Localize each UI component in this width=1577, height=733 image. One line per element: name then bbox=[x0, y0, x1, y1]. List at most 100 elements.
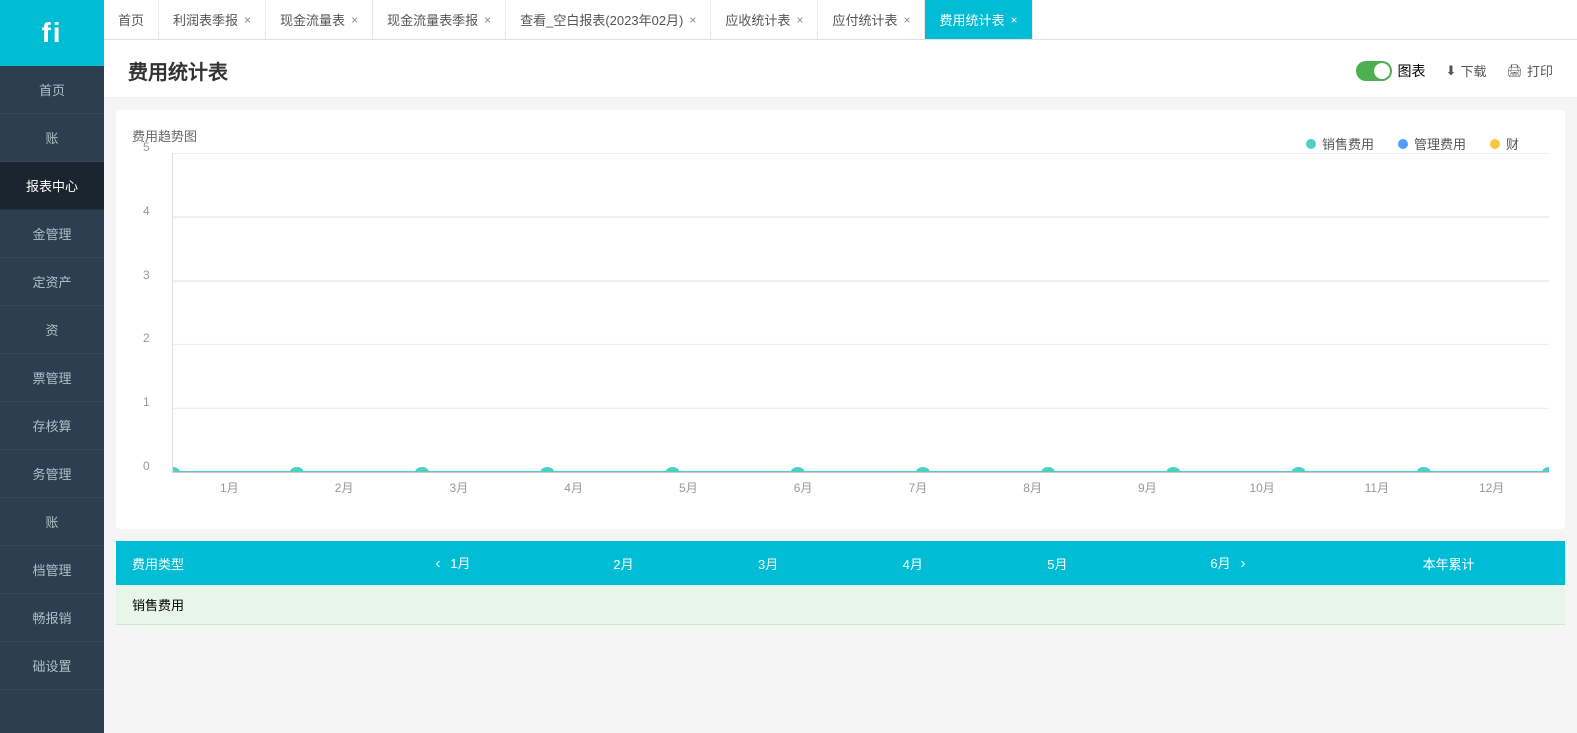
sidebar: fi 首页 账 报表中心 金管理 定资产 资 票管理 存核算 务管理 账 档管理… bbox=[0, 0, 104, 733]
tab-cashflow-q[interactable]: 现金流量表季报 × bbox=[373, 0, 506, 39]
print-button[interactable]: 🖨 打印 bbox=[1506, 61, 1553, 80]
table-header-row: 费用类型 ‹ 1月 2月 3月 4月 5月 6月 › 本年累计 bbox=[116, 541, 1565, 585]
th-m6: 6月 › bbox=[1130, 541, 1333, 585]
y-label-4: 4 bbox=[143, 204, 150, 218]
x-label-2: 2月 bbox=[287, 479, 402, 496]
row-m4 bbox=[840, 585, 985, 625]
tab-close-cashflow[interactable]: × bbox=[351, 13, 358, 27]
download-label: 下载 bbox=[1460, 61, 1486, 80]
x-label-11: 11月 bbox=[1320, 479, 1435, 496]
x-labels: 1月 2月 3月 4月 5月 6月 7月 8月 9月 10月 11月 12月 bbox=[172, 473, 1549, 496]
sidebar-item-settings[interactable]: 础设置 bbox=[0, 642, 104, 690]
legend-sales: 销售费用 bbox=[1306, 134, 1374, 153]
tab-home[interactable]: 首页 bbox=[104, 0, 159, 39]
next-arrow[interactable]: › bbox=[1234, 555, 1251, 572]
tab-close-blank[interactable]: × bbox=[689, 13, 696, 27]
row-m1 bbox=[349, 585, 552, 625]
th-m1: 1月 bbox=[450, 556, 470, 571]
th-m4: 4月 bbox=[840, 541, 985, 585]
legend-mgmt: 管理费用 bbox=[1398, 134, 1466, 153]
print-icon: 🖨 bbox=[1506, 63, 1523, 79]
chart-section: 费用趋势图 销售费用 管理费用 财 bbox=[116, 110, 1565, 529]
sidebar-item-inventory[interactable]: 存核算 bbox=[0, 402, 104, 450]
sidebar-item-ticket[interactable]: 票管理 bbox=[0, 354, 104, 402]
row-m3 bbox=[696, 585, 841, 625]
y-label-5: 5 bbox=[143, 140, 150, 154]
tab-bar: 首页 利润表季报 × 现金流量表 × 现金流量表季报 × 查看_空白报表(202… bbox=[104, 0, 1577, 40]
tab-close-cashflow-q[interactable]: × bbox=[484, 13, 491, 27]
sidebar-item-ledger[interactable]: 账 bbox=[0, 498, 104, 546]
tab-receivable[interactable]: 应收统计表 × bbox=[711, 0, 818, 39]
sidebar-item-report[interactable]: 报表中心 bbox=[0, 162, 104, 210]
tab-cashflow[interactable]: 现金流量表 × bbox=[266, 0, 373, 39]
tab-close-profit[interactable]: × bbox=[244, 13, 251, 27]
sidebar-item-fixed-assets[interactable]: 定资产 bbox=[0, 258, 104, 306]
sidebar-item-archive[interactable]: 档管理 bbox=[0, 546, 104, 594]
chart-toggle[interactable] bbox=[1356, 61, 1392, 81]
row-m6 bbox=[1130, 585, 1333, 625]
tab-expense[interactable]: 费用统计表 × bbox=[925, 0, 1032, 39]
y-label-2: 2 bbox=[143, 331, 150, 345]
x-label-10: 10月 bbox=[1205, 479, 1320, 496]
tab-payable[interactable]: 应付统计表 × bbox=[818, 0, 925, 39]
legend-dot-sales bbox=[1306, 139, 1316, 149]
header-actions: 图表 ⬇ 下载 🖨 打印 bbox=[1356, 61, 1553, 81]
chart-svg bbox=[173, 153, 1549, 472]
download-icon: ⬇ bbox=[1446, 63, 1457, 79]
th-type: 费用类型 bbox=[116, 541, 349, 585]
sidebar-item-account[interactable]: 账 bbox=[0, 114, 104, 162]
legend-label-sales: 销售费用 bbox=[1322, 134, 1374, 153]
data-table: 费用类型 ‹ 1月 2月 3月 4月 5月 6月 › 本年累计 bbox=[116, 541, 1565, 625]
sidebar-item-service[interactable]: 务管理 bbox=[0, 450, 104, 498]
legend-finance: 财 bbox=[1490, 134, 1519, 153]
print-label: 打印 bbox=[1527, 61, 1553, 80]
prev-arrow[interactable]: ‹ bbox=[429, 555, 446, 572]
y-label-3: 3 bbox=[143, 268, 150, 282]
sidebar-item-fund[interactable]: 金管理 bbox=[0, 210, 104, 258]
chart-toggle-label: 图表 bbox=[1398, 61, 1426, 81]
x-label-6: 6月 bbox=[746, 479, 861, 496]
legend-dot-mgmt bbox=[1398, 139, 1408, 149]
row-m5 bbox=[985, 585, 1130, 625]
page-title: 费用统计表 bbox=[128, 56, 228, 85]
y-label-1: 1 bbox=[143, 395, 150, 409]
y-label-0: 0 bbox=[143, 459, 150, 473]
th-m2: 2月 bbox=[551, 541, 696, 585]
x-label-1: 1月 bbox=[172, 479, 287, 496]
content-area: 费用统计表 图表 ⬇ 下载 🖨 打印 费用趋势图 bbox=[104, 40, 1577, 733]
tab-blank-report[interactable]: 查看_空白报表(2023年02月) × bbox=[506, 0, 711, 39]
tab-close-payable[interactable]: × bbox=[903, 13, 910, 27]
x-label-9: 9月 bbox=[1090, 479, 1205, 496]
tab-profit[interactable]: 利润表季报 × bbox=[159, 0, 266, 39]
x-label-7: 7月 bbox=[861, 479, 976, 496]
th-total: 本年累计 bbox=[1332, 541, 1565, 585]
x-label-4: 4月 bbox=[516, 479, 631, 496]
sidebar-item-resource[interactable]: 资 bbox=[0, 306, 104, 354]
th-nav-prev: ‹ 1月 bbox=[349, 541, 552, 585]
chart-wrap: 费用趋势图 销售费用 管理费用 财 bbox=[132, 126, 1549, 513]
chart-toggle-wrap[interactable]: 图表 bbox=[1356, 61, 1426, 81]
x-label-5: 5月 bbox=[631, 479, 746, 496]
page-header: 费用统计表 图表 ⬇ 下载 🖨 打印 bbox=[104, 40, 1577, 98]
legend-dot-finance bbox=[1490, 139, 1500, 149]
legend-label-mgmt: 管理费用 bbox=[1414, 134, 1466, 153]
row-total bbox=[1332, 585, 1565, 625]
x-label-12: 12月 bbox=[1434, 479, 1549, 496]
sidebar-item-sales[interactable]: 畅报销 bbox=[0, 594, 104, 642]
table-row-sales: 销售费用 bbox=[116, 585, 1565, 625]
x-label-3: 3月 bbox=[402, 479, 517, 496]
grid-line-0: 0 bbox=[173, 472, 1549, 473]
tab-close-receivable[interactable]: × bbox=[796, 13, 803, 27]
download-button[interactable]: ⬇ 下载 bbox=[1446, 61, 1487, 80]
tab-close-expense[interactable]: × bbox=[1010, 13, 1017, 27]
chart-grid: 5 4 3 2 1 bbox=[172, 153, 1549, 473]
th-m5: 5月 bbox=[985, 541, 1130, 585]
sidebar-item-home[interactable]: 首页 bbox=[0, 66, 104, 114]
x-label-8: 8月 bbox=[975, 479, 1090, 496]
chart-legend: 销售费用 管理费用 财 bbox=[1306, 134, 1519, 153]
row-m2 bbox=[551, 585, 696, 625]
chart-area: 5 4 3 2 1 bbox=[132, 153, 1549, 513]
row-type: 销售费用 bbox=[116, 585, 349, 625]
main-content: 首页 利润表季报 × 现金流量表 × 现金流量表季报 × 查看_空白报表(202… bbox=[104, 0, 1577, 733]
table-section: 费用类型 ‹ 1月 2月 3月 4月 5月 6月 › 本年累计 bbox=[116, 541, 1565, 625]
